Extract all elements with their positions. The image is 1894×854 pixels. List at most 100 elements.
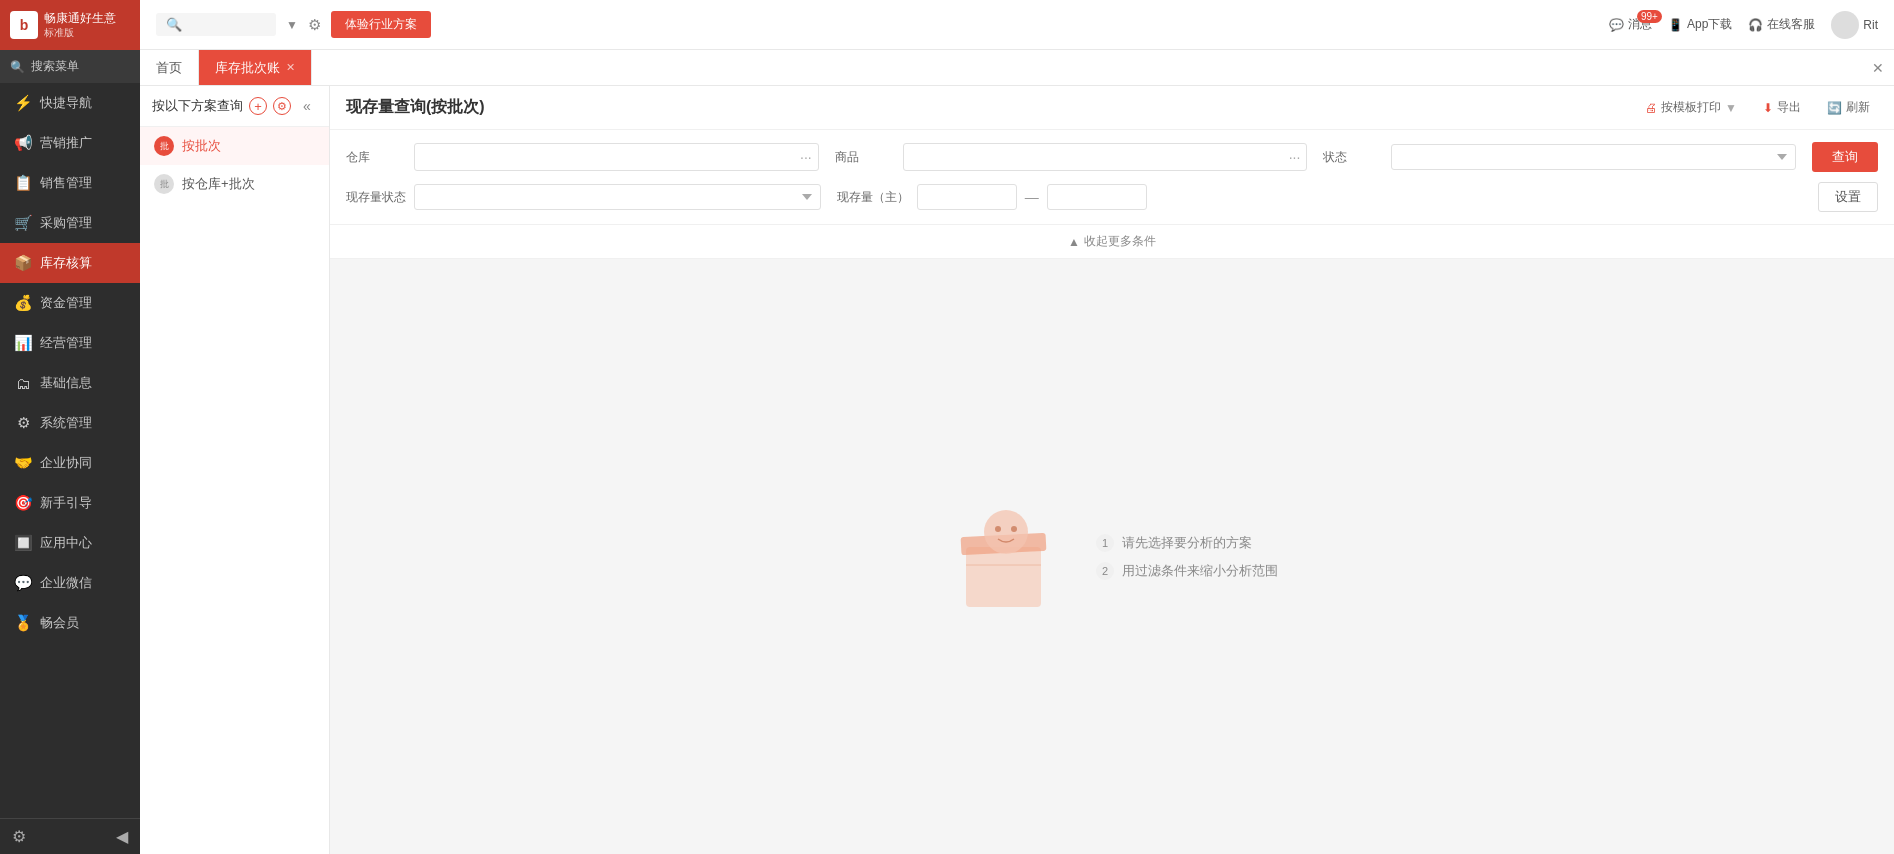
warehouse-field: 仓库 ··· <box>346 143 819 171</box>
export-btn[interactable]: ⬇ 导出 <box>1755 96 1809 119</box>
svg-point-4 <box>1011 526 1017 532</box>
experience-btn[interactable]: 体验行业方案 <box>331 11 431 38</box>
sidebar-item-marketing[interactable]: 📢 营销推广 <box>0 123 140 163</box>
search-topbar-icon: 🔍 <box>166 17 182 32</box>
query-area: 现存量查询(按批次) 🖨 按模板打印 ▼ ⬇ 导出 🔄 刷新 <box>330 86 1894 854</box>
print-btn[interactable]: 🖨 按模板打印 ▼ <box>1637 96 1745 119</box>
warehouse-input-wrapper[interactable]: ··· <box>414 143 819 171</box>
sidebar-item-operations[interactable]: 📊 经营管理 <box>0 323 140 363</box>
topbar-settings-icon[interactable]: ⚙ <box>308 16 321 34</box>
collapse-filter-icon[interactable]: « <box>297 96 317 116</box>
search-icon: 🔍 <box>10 60 25 74</box>
scheme-settings-icon[interactable]: ⚙ <box>273 97 291 115</box>
tab-home[interactable]: 首页 <box>140 50 199 85</box>
refresh-icon: 🔄 <box>1827 101 1842 115</box>
topbar-search-box[interactable]: 🔍 <box>156 13 276 36</box>
collapse-sidebar-icon[interactable]: ◀ <box>116 827 128 846</box>
filter-row-2: 现存量状态 现存量（主） — 设置 <box>346 182 1878 212</box>
collapse-chevron-icon: ▲ <box>1068 235 1080 249</box>
quantity-max-input[interactable] <box>1047 184 1147 210</box>
sidebar-item-member[interactable]: 🏅 畅会员 <box>0 603 140 643</box>
quantity-min-input[interactable] <box>917 184 1017 210</box>
settings-footer-icon[interactable]: ⚙ <box>12 827 26 846</box>
product-input-wrapper[interactable]: ··· <box>903 143 1308 171</box>
sidebar-item-guide[interactable]: 🎯 新手引导 <box>0 483 140 523</box>
sidebar-logo: b <box>10 11 38 39</box>
warehouse-input[interactable] <box>421 150 800 164</box>
app-download-btn[interactable]: 📱 App下载 <box>1668 16 1732 33</box>
user-profile-btn[interactable]: Rit <box>1831 11 1878 39</box>
scheme-warehouse-batch-icon: 批 <box>154 174 174 194</box>
product-input[interactable] <box>910 150 1289 164</box>
quantity-label: 现存量（主） <box>837 189 909 206</box>
product-more-icon[interactable]: ··· <box>1289 149 1301 165</box>
collab-icon: 🤝 <box>14 454 32 472</box>
operations-icon: 📊 <box>14 334 32 352</box>
page-title: 现存量查询(按批次) <box>346 97 485 118</box>
sidebar-item-system[interactable]: ⚙ 系统管理 <box>0 403 140 443</box>
query-header: 现存量查询(按批次) 🖨 按模板打印 ▼ ⬇ 导出 🔄 刷新 <box>330 86 1894 130</box>
system-icon: ⚙ <box>14 414 32 432</box>
filter-row-1: 仓库 ··· 商品 ··· 状态 <box>346 142 1878 172</box>
empty-illustration <box>946 497 1066 617</box>
shortcut-icon: ⚡ <box>14 94 32 112</box>
warehouse-more-icon[interactable]: ··· <box>800 149 812 165</box>
marketing-icon: 📢 <box>14 134 32 152</box>
scheme-batch-icon: 批 <box>154 136 174 156</box>
collapse-conditions-btn[interactable]: ▲ 收起更多条件 <box>330 225 1894 259</box>
print-icon: 🖨 <box>1645 101 1657 115</box>
member-icon: 🏅 <box>14 614 32 632</box>
print-chevron-icon: ▼ <box>1725 101 1737 115</box>
scheme-by-warehouse-batch[interactable]: 批 按仓库+批次 <box>140 165 329 203</box>
close-panel-btn[interactable]: ✕ <box>1862 60 1894 76</box>
tabbar: 首页 库存批次账 ✕ ✕ <box>140 50 1894 86</box>
headset-icon: 🎧 <box>1748 18 1763 32</box>
sidebar: b 畅康通好生意 标准版 🔍 搜索菜单 ⚡ 快捷导航 📢 营销推广 📋 销售管理… <box>0 0 140 854</box>
purchase-icon: 🛒 <box>14 214 32 232</box>
sidebar-item-wechat[interactable]: 💬 企业微信 <box>0 563 140 603</box>
scheme-by-batch[interactable]: 批 按批次 <box>140 127 329 165</box>
close-icon: ✕ <box>1872 60 1884 76</box>
topbar: 🔍 ▼ ⚙ 体验行业方案 💬 消息 99+ 📱 App下载 🎧 在线客服 Rit <box>140 0 1894 50</box>
sidebar-item-apps[interactable]: 🔲 应用中心 <box>0 523 140 563</box>
query-button[interactable]: 查询 <box>1812 142 1878 172</box>
topbar-chevron-icon[interactable]: ▼ <box>286 18 298 32</box>
sidebar-item-inventory[interactable]: 📦 库存核算 <box>0 243 140 283</box>
export-icon: ⬇ <box>1763 101 1773 115</box>
sidebar-footer: ⚙ ◀ <box>0 818 140 854</box>
topbar-search-input[interactable] <box>186 18 266 32</box>
inventory-status-label: 现存量状态 <box>346 189 406 206</box>
inventory-status-select[interactable] <box>414 184 821 210</box>
status-label: 状态 <box>1323 149 1383 166</box>
empty-state: 1 请先选择要分析的方案 2 用过滤条件来缩小分析范围 <box>330 259 1894 854</box>
sidebar-item-basic[interactable]: 🗂 基础信息 <box>0 363 140 403</box>
sidebar-item-collab[interactable]: 🤝 企业协同 <box>0 443 140 483</box>
refresh-btn[interactable]: 🔄 刷新 <box>1819 96 1878 119</box>
inventory-icon: 📦 <box>14 254 32 272</box>
sales-icon: 📋 <box>14 174 32 192</box>
sidebar-item-shortcut[interactable]: ⚡ 快捷导航 <box>0 83 140 123</box>
sidebar-item-sales[interactable]: 📋 销售管理 <box>0 163 140 203</box>
status-select[interactable] <box>1391 144 1796 170</box>
query-header-actions: 🖨 按模板打印 ▼ ⬇ 导出 🔄 刷新 <box>1637 96 1878 119</box>
sidebar-item-finance[interactable]: 💰 资金管理 <box>0 283 140 323</box>
message-badge: 99+ <box>1637 10 1662 23</box>
status-field: 状态 <box>1323 144 1796 170</box>
main-area: 🔍 ▼ ⚙ 体验行业方案 💬 消息 99+ 📱 App下载 🎧 在线客服 Rit <box>140 0 1894 854</box>
product-field: 商品 ··· <box>835 143 1308 171</box>
guide-icon: 🎯 <box>14 494 32 512</box>
sidebar-search[interactable]: 🔍 搜索菜单 <box>0 50 140 83</box>
tab-close-icon[interactable]: ✕ <box>286 62 295 73</box>
tab-batch-account[interactable]: 库存批次账 ✕ <box>199 50 312 85</box>
svg-point-2 <box>984 510 1028 554</box>
sidebar-item-purchase[interactable]: 🛒 采购管理 <box>0 203 140 243</box>
warehouse-label: 仓库 <box>346 149 406 166</box>
product-label: 商品 <box>835 149 895 166</box>
svg-rect-0 <box>966 547 1041 607</box>
empty-hints: 1 请先选择要分析的方案 2 用过滤条件来缩小分析范围 <box>1096 534 1278 580</box>
add-scheme-icon[interactable]: + <box>249 97 267 115</box>
message-btn[interactable]: 💬 消息 99+ <box>1609 16 1652 33</box>
basic-icon: 🗂 <box>14 374 32 392</box>
online-service-btn[interactable]: 🎧 在线客服 <box>1748 16 1815 33</box>
settings-button[interactable]: 设置 <box>1818 182 1878 212</box>
